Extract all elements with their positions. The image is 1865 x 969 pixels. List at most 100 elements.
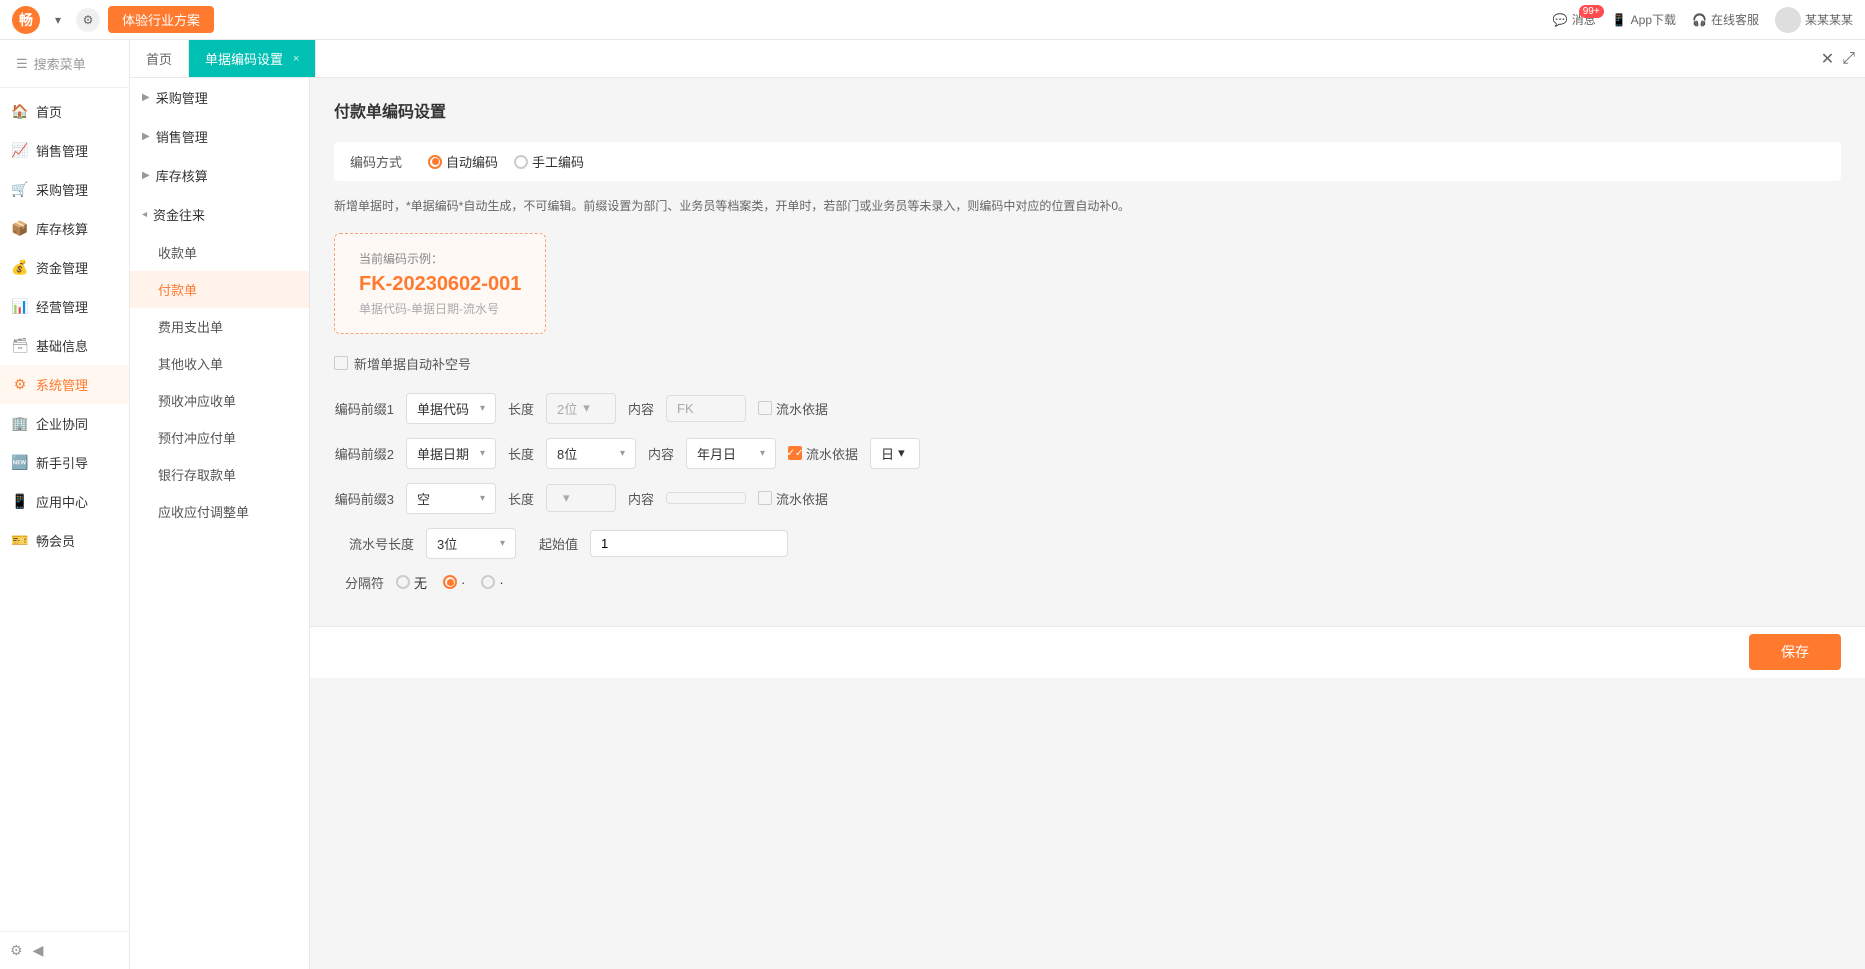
- prefix-2-select[interactable]: 单据日期 ▾: [406, 438, 496, 469]
- serial-length-row: 流水号长度 3位 ▾ 起始值: [334, 528, 1841, 559]
- search-menu-btn[interactable]: ☰ 搜索菜单: [8, 50, 121, 77]
- tab-close-window-btn[interactable]: ✕: [1821, 49, 1834, 69]
- length-1-select[interactable]: 2位 ▾: [546, 393, 616, 424]
- auto-code-label: 自动编码: [446, 152, 498, 171]
- auto-fill-checkbox[interactable]: [334, 356, 348, 370]
- manual-code-radio[interactable]: 手工编码: [514, 152, 584, 171]
- sidebar-item-label: 采购管理: [36, 180, 88, 199]
- sep-none-label: 无: [414, 573, 427, 592]
- sidebar-item-sales[interactable]: 📈 销售管理: [0, 131, 129, 170]
- sep-none-radio[interactable]: 无: [396, 573, 427, 592]
- sidebar-item-enterprise[interactable]: 🏢 企业协同: [0, 404, 129, 443]
- sidebar-item-operations[interactable]: 📊 经营管理: [0, 287, 129, 326]
- menu-group-inventory-title[interactable]: ▶ 库存核算: [130, 156, 309, 195]
- search-menu-label: 搜索菜单: [34, 54, 86, 73]
- auto-fill-label: 新增单据自动补空号: [354, 354, 471, 373]
- sep-dash-radio[interactable]: ·: [481, 575, 503, 590]
- sidebar-item-finance[interactable]: 💰 资金管理: [0, 248, 129, 287]
- preview-label: 当前编码示例：: [359, 250, 521, 267]
- prefix-3-select[interactable]: 空 ▾: [406, 483, 496, 514]
- preview-code: FK-20230602-001: [359, 273, 521, 296]
- sidebar-item-label: 首页: [36, 102, 62, 121]
- sidebar-collapse-btn[interactable]: ◀: [33, 942, 44, 959]
- sidebar-item-purchase[interactable]: 🛒 采购管理: [0, 170, 129, 209]
- menu-item-receipt[interactable]: 收款单: [130, 234, 309, 271]
- serial-3-label: 流水依据: [776, 489, 828, 508]
- customer-service-btn[interactable]: 🎧 在线客服: [1692, 11, 1759, 28]
- prefix-1-arrow-icon: ▾: [480, 403, 485, 414]
- info-text: 新增单据时，*单据编码*自动生成，不可编辑。前缀设置为部门、业务员等档案类，开单…: [334, 197, 1841, 216]
- serial-1-checkbox[interactable]: 流水依据: [758, 399, 828, 418]
- menu-item-adjust[interactable]: 应收应付调整单: [130, 493, 309, 530]
- tab-close-btn[interactable]: ×: [293, 53, 299, 65]
- prefix-row-2: 编码前缀2 单据日期 ▾ 长度 8位 ▾ 内容 年月日: [334, 438, 1841, 469]
- user-avatar: [1775, 7, 1801, 33]
- day-select[interactable]: 日 ▾: [870, 438, 920, 469]
- settings-btn[interactable]: ⚙: [76, 8, 100, 32]
- menu-group-purchase-label: 采购管理: [156, 88, 208, 107]
- serial-length-select[interactable]: 3位 ▾: [426, 528, 516, 559]
- menu-item-prepay-payable[interactable]: 预付冲应付单: [130, 419, 309, 456]
- sidebar-item-inventory[interactable]: 📦 库存核算: [0, 209, 129, 248]
- app-download-icon: 📱: [1612, 13, 1627, 27]
- sidebar-item-label: 新手引导: [36, 453, 88, 472]
- menu-group-capital-title[interactable]: ▾ 资金往来: [130, 195, 309, 234]
- finance-icon: 💰: [12, 260, 28, 276]
- menu-group-capital: ▾ 资金往来 收款单 付款单 费用支出单 其他收入单 预收冲应收单 预付冲应付单…: [130, 195, 309, 530]
- tab-home[interactable]: 首页: [130, 40, 189, 77]
- sidebar-item-label: 库存核算: [36, 219, 88, 238]
- auto-fill-row: 新增单据自动补空号: [334, 354, 1841, 373]
- sep-dot-radio[interactable]: ·: [443, 575, 465, 590]
- serial-length-arrow-icon: ▾: [500, 538, 505, 549]
- app-download-btn[interactable]: 📱 App下载: [1612, 11, 1676, 28]
- main-layout: ☰ 搜索菜单 🏠 首页 📈 销售管理 🛒 采购管理 📦 库存核算 💰: [0, 40, 1865, 969]
- home-icon: 🏠: [12, 104, 28, 120]
- newguide-icon: 🆕: [12, 455, 28, 471]
- sidebar-nav: 🏠 首页 📈 销售管理 🛒 采购管理 📦 库存核算 💰 资金管理 📊 经: [0, 88, 129, 931]
- user-name: 某某某某: [1805, 11, 1853, 28]
- sidebar-item-member[interactable]: 🎫 畅会员: [0, 521, 129, 560]
- message-btn[interactable]: 💬 消息 99+: [1553, 11, 1596, 28]
- preview-box: 当前编码示例： FK-20230602-001 单据代码-单据日期-流水号: [334, 233, 546, 334]
- serial-2-checkbox[interactable]: ✓ 流水依据: [788, 444, 858, 463]
- content-area: 首页 单据编码设置 × ✕ ⤢ ▶ 采购管理: [130, 40, 1865, 969]
- serial-length-label: 流水号长度: [334, 534, 414, 553]
- length-3-select[interactable]: ▾: [546, 484, 616, 512]
- nav-dropdown-btn[interactable]: ▾: [48, 10, 68, 30]
- user-area[interactable]: 某某某某: [1775, 7, 1853, 33]
- length-2-select[interactable]: 8位 ▾: [546, 438, 636, 469]
- sidebar-item-label: 畅会员: [36, 531, 75, 550]
- sidebar: ☰ 搜索菜单 🏠 首页 📈 销售管理 🛒 采购管理 📦 库存核算 💰: [0, 40, 130, 969]
- prefix-1-select[interactable]: 单据代码 ▾: [406, 393, 496, 424]
- customer-service-label: 在线客服: [1711, 11, 1759, 28]
- sidebar-item-basic[interactable]: 🗃 基础信息: [0, 326, 129, 365]
- menu-item-payment[interactable]: 付款单: [130, 271, 309, 308]
- sidebar-item-newguide[interactable]: 🆕 新手引导: [0, 443, 129, 482]
- auto-code-radio[interactable]: 自动编码: [428, 152, 498, 171]
- sidebar-item-label: 系统管理: [36, 375, 88, 394]
- menu-item-bank-deposit[interactable]: 银行存取款单: [130, 456, 309, 493]
- menu-group-sales: ▶ 销售管理: [130, 117, 309, 156]
- content-2-select[interactable]: 年月日 ▾: [686, 438, 776, 469]
- menu-group-sales-label: 销售管理: [156, 127, 208, 146]
- menu-item-prepay-receivable[interactable]: 预收冲应收单: [130, 382, 309, 419]
- menu-group-purchase-title[interactable]: ▶ 采购管理: [130, 78, 309, 117]
- sidebar-settings-btn[interactable]: ⚙: [10, 942, 23, 959]
- sidebar-item-appcenter[interactable]: 📱 应用中心: [0, 482, 129, 521]
- menu-group-inventory-label: 库存核算: [156, 166, 208, 185]
- sidebar-item-system[interactable]: ⚙ 系统管理: [0, 365, 129, 404]
- save-button[interactable]: 保存: [1749, 634, 1841, 670]
- menu-item-expense[interactable]: 费用支出单: [130, 308, 309, 345]
- sidebar-item-home[interactable]: 🏠 首页: [0, 92, 129, 131]
- sidebar-header: ☰ 搜索菜单: [0, 40, 129, 88]
- menu-group-sales-title[interactable]: ▶ 销售管理: [130, 117, 309, 156]
- menu-item-other-income[interactable]: 其他收入单: [130, 345, 309, 382]
- tab-encoding-settings[interactable]: 单据编码设置 ×: [189, 40, 316, 77]
- tab-bar-actions: ✕ ⤢: [1811, 40, 1865, 77]
- tab-fullscreen-btn[interactable]: ⤢: [1842, 50, 1855, 68]
- sidebar-item-label: 资金管理: [36, 258, 88, 277]
- serial-3-checkbox[interactable]: 流水依据: [758, 489, 828, 508]
- start-value-input[interactable]: [590, 530, 788, 557]
- trial-btn[interactable]: 体验行业方案: [108, 6, 214, 33]
- enterprise-icon: 🏢: [12, 416, 28, 432]
